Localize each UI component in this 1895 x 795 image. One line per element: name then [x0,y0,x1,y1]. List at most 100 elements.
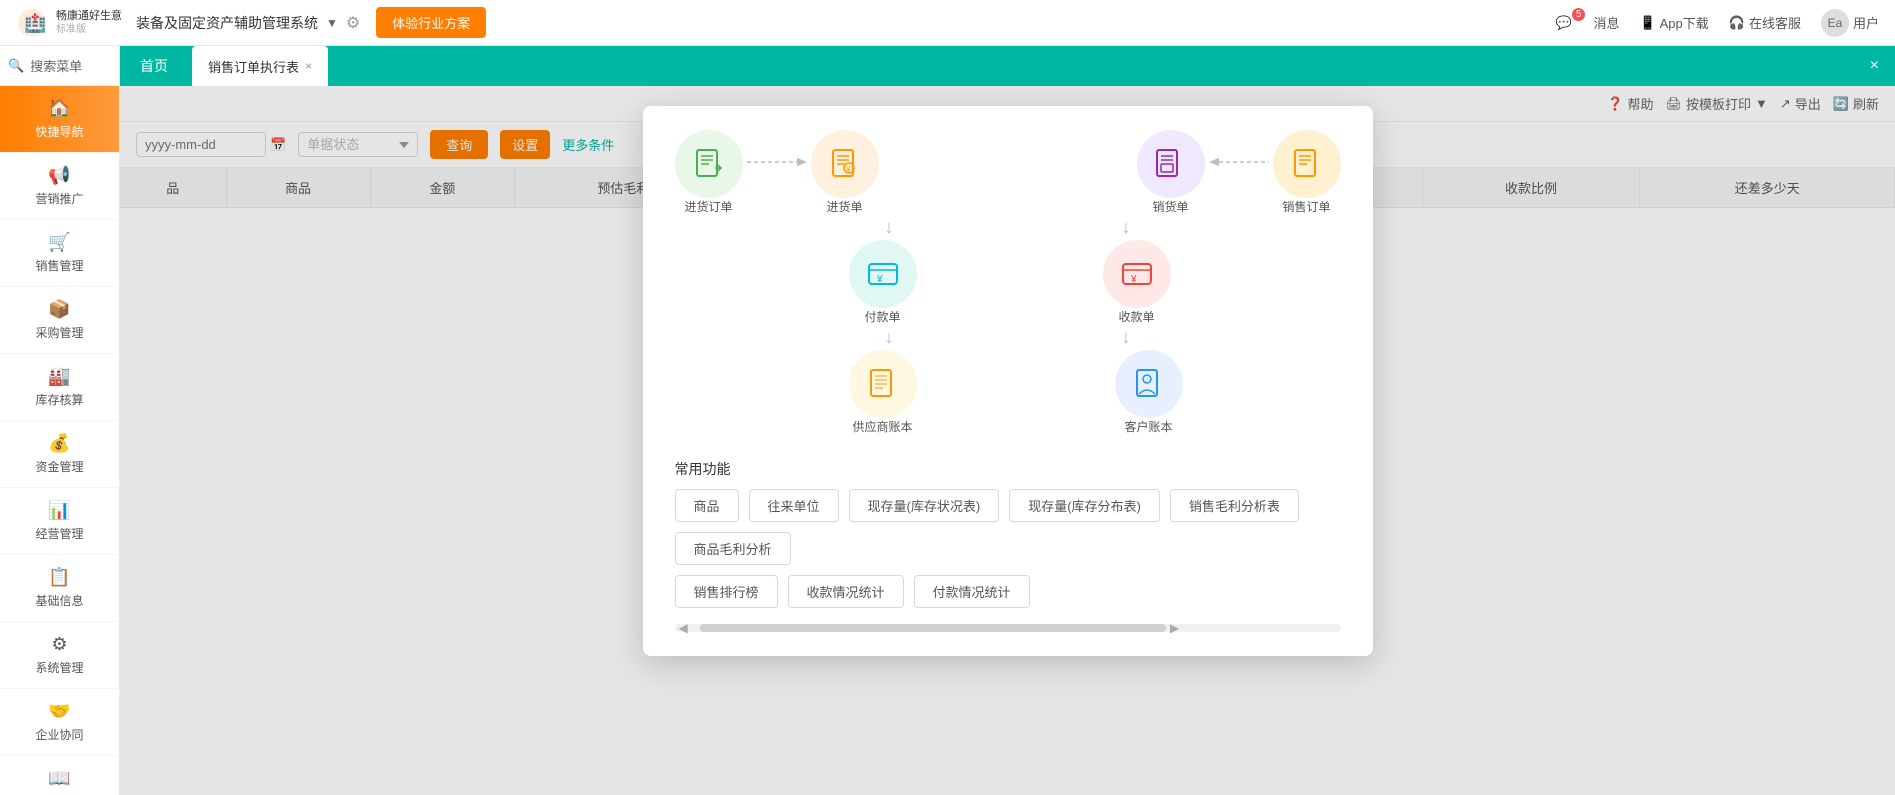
flow-row-bottom: 供应商账本 [675,350,1341,435]
customer-account-label: 客户账本 [1124,418,1172,435]
common-btn-goods[interactable]: 商品 [675,489,739,522]
flow-section: 进货订单 [675,130,1341,435]
message-badge: 5 [1572,8,1586,21]
down-arrow-sales: ↓ [1122,215,1131,240]
modal-dialog: 进货订单 [643,106,1373,656]
down-arrow-purchase-icon: ↓ [885,217,894,238]
scroll-right-btn[interactable]: ▶ [1166,621,1183,635]
svg-text:¥: ¥ [1130,274,1137,285]
marketing-icon: 📢 [48,165,70,186]
newbie-icon: 📖 [48,768,70,789]
mobile-icon: 📱 [1639,15,1655,31]
page-content: ❓ 帮助 🖨 按模板打印 ▼ ↗ 导出 🔄 刷新 [120,86,1895,795]
trial-btn[interactable]: 体验行业方案 [376,7,486,38]
app-download-item[interactable]: 📱 App下载 [1639,13,1708,32]
service-icon: 🎧 [1729,15,1745,31]
system-name-area: 装备及固定资产辅助管理系统 ▼ ⚙ 体验行业方案 [136,7,1556,38]
tab-bar-close-btn[interactable]: × [1854,57,1895,75]
app-download-label: App下载 [1660,13,1709,32]
sales-bill-circle [1137,130,1205,198]
purchase-bill-circle: ¥ [811,130,879,198]
search-icon: 🔍 [8,58,24,74]
sidebar-item-label: 库存核算 [35,391,83,408]
app-logo-icon: 🏥 [16,7,48,39]
inventory-icon: 🏭 [48,366,70,387]
supplier-account-label: 供应商账本 [852,418,912,435]
flow-row-top-right: 销货单 [1137,130,1341,215]
sidebar-item-base-info[interactable]: 📋 基础信息 [0,555,119,622]
payment-bill-circle: ¥ [849,240,917,308]
flow-row-top-left: 进货订单 [675,130,879,215]
sidebar-item-label: 经营管理 [35,525,83,542]
common-btn-goods-profit[interactable]: 商品毛利分析 [675,532,791,565]
arrow-sales-order-to-bill [1209,155,1269,169]
sidebar-item-newbie[interactable]: 📖 新手引导 [0,756,119,795]
sidebar-item-marketing[interactable]: 📢 营销推广 [0,153,119,220]
flow-node-payment-bill: ¥ 付款单 [849,240,917,325]
sidebar-item-finance[interactable]: 💰 资金管理 [0,421,119,488]
sidebar-item-enterprise[interactable]: 🤝 企业协同 [0,689,119,756]
common-btn-payment-stat[interactable]: 付款情况统计 [914,575,1030,608]
common-btn-stock-status[interactable]: 现存量(库存状况表) [849,489,1000,522]
arrow-purchase-order-to-bill [747,155,807,169]
common-btn-sales-rank[interactable]: 销售排行榜 [675,575,778,608]
settings-btn[interactable]: ⚙ [346,13,360,33]
sidebar-search[interactable]: 🔍 搜索菜单 [0,46,119,86]
flow-node-customer-account: 客户账本 [1115,350,1183,435]
sidebar-item-sys-mgmt[interactable]: ⚙ 系统管理 [0,622,119,689]
sidebar-item-label: 营销推广 [35,190,83,207]
logo-area: 🏥 畅康通好生意 标准版 [16,7,136,39]
finance-icon: 💰 [48,433,70,454]
sidebar-item-quick-nav[interactable]: 🏠 快捷导航 [0,86,119,153]
search-label: 搜索菜单 [30,56,82,75]
online-service-item[interactable]: 🎧 在线客服 [1729,13,1801,32]
sidebar-item-label: 基础信息 [35,592,83,609]
user-area[interactable]: Ea 用户 [1821,9,1879,37]
receipt-bill-label: 收款单 [1118,308,1154,325]
scroll-left-btn[interactable]: ◀ [675,621,692,635]
flow-node-receipt-bill: ¥ 收款单 [1103,240,1171,325]
sidebar-item-sales[interactable]: 🛒 销售管理 [0,220,119,287]
common-btn-stock-dist[interactable]: 现存量(库存分布表) [1009,489,1160,522]
svg-text:🏥: 🏥 [24,12,46,33]
purchase-order-circle [675,130,743,198]
tab-bar: 首页 销售订单执行表 × × [120,46,1895,86]
common-functions-section: 常用功能 商品 往来单位 现存量(库存状况表) 现存量(库存分布表) 销售毛利分… [675,459,1341,608]
supplier-account-circle [849,350,917,418]
sales-order-circle [1273,130,1341,198]
online-service-label: 在线客服 [1749,13,1801,32]
logo-text: 畅康通好生意 标准版 [56,9,122,36]
common-btn-receipt-stat[interactable]: 收款情况统计 [788,575,904,608]
down-arrow-sales-icon: ↓ [1122,217,1131,238]
message-icon: 💬 [1556,15,1572,31]
common-btn-partner[interactable]: 往来单位 [749,489,839,522]
modal-overlay[interactable]: 进货订单 [120,86,1895,795]
sys-mgmt-icon: ⚙ [51,634,67,655]
sidebar-item-label: 销售管理 [35,257,83,274]
sidebar-item-label: 快捷导航 [35,123,83,140]
flow-row-mid: ¥ 付款单 [675,240,1341,325]
flow-row-mid-arrows: ↓ ↓ [675,325,1341,350]
system-dropdown-btn[interactable]: ▼ [326,16,338,30]
down-arrow-receipt-icon: ↓ [1122,327,1131,348]
svg-text:¥: ¥ [845,165,851,174]
sidebar-item-label: 资金管理 [35,458,83,475]
purchase-bill-label: 进货单 [826,198,862,215]
customer-account-circle [1115,350,1183,418]
sidebar-item-inventory[interactable]: 🏭 库存核算 [0,354,119,421]
flow-node-sales-bill: 销货单 [1137,130,1205,215]
sidebar-item-purchase[interactable]: 📦 采购管理 [0,287,119,354]
system-name-text: 装备及固定资产辅助管理系统 [136,13,318,33]
scrollbar-thumb[interactable] [700,624,1166,632]
tab-close-btn[interactable]: × [305,59,312,73]
modal-scrollbar: ◀ ▶ [675,624,1341,632]
tab-sales-order[interactable]: 销售订单执行表 × [192,46,328,86]
top-bar: 🏥 畅康通好生意 标准版 装备及固定资产辅助管理系统 ▼ ⚙ 体验行业方案 💬 … [0,0,1895,46]
message-item[interactable]: 💬 5 消息 [1556,13,1620,32]
sidebar-item-operations[interactable]: 📊 经营管理 [0,488,119,555]
common-btn-sales-profit[interactable]: 销售毛利分析表 [1170,489,1299,522]
flow-node-sales-order: 销售订单 [1273,130,1341,215]
tab-home[interactable]: 首页 [120,46,188,86]
main-layout: 🔍 搜索菜单 🏠 快捷导航 📢 营销推广 🛒 销售管理 📦 采购管理 🏭 库存核… [0,46,1895,795]
content-area: 首页 销售订单执行表 × × ❓ 帮助 🖨 按模板打印 ▼ [120,46,1895,795]
